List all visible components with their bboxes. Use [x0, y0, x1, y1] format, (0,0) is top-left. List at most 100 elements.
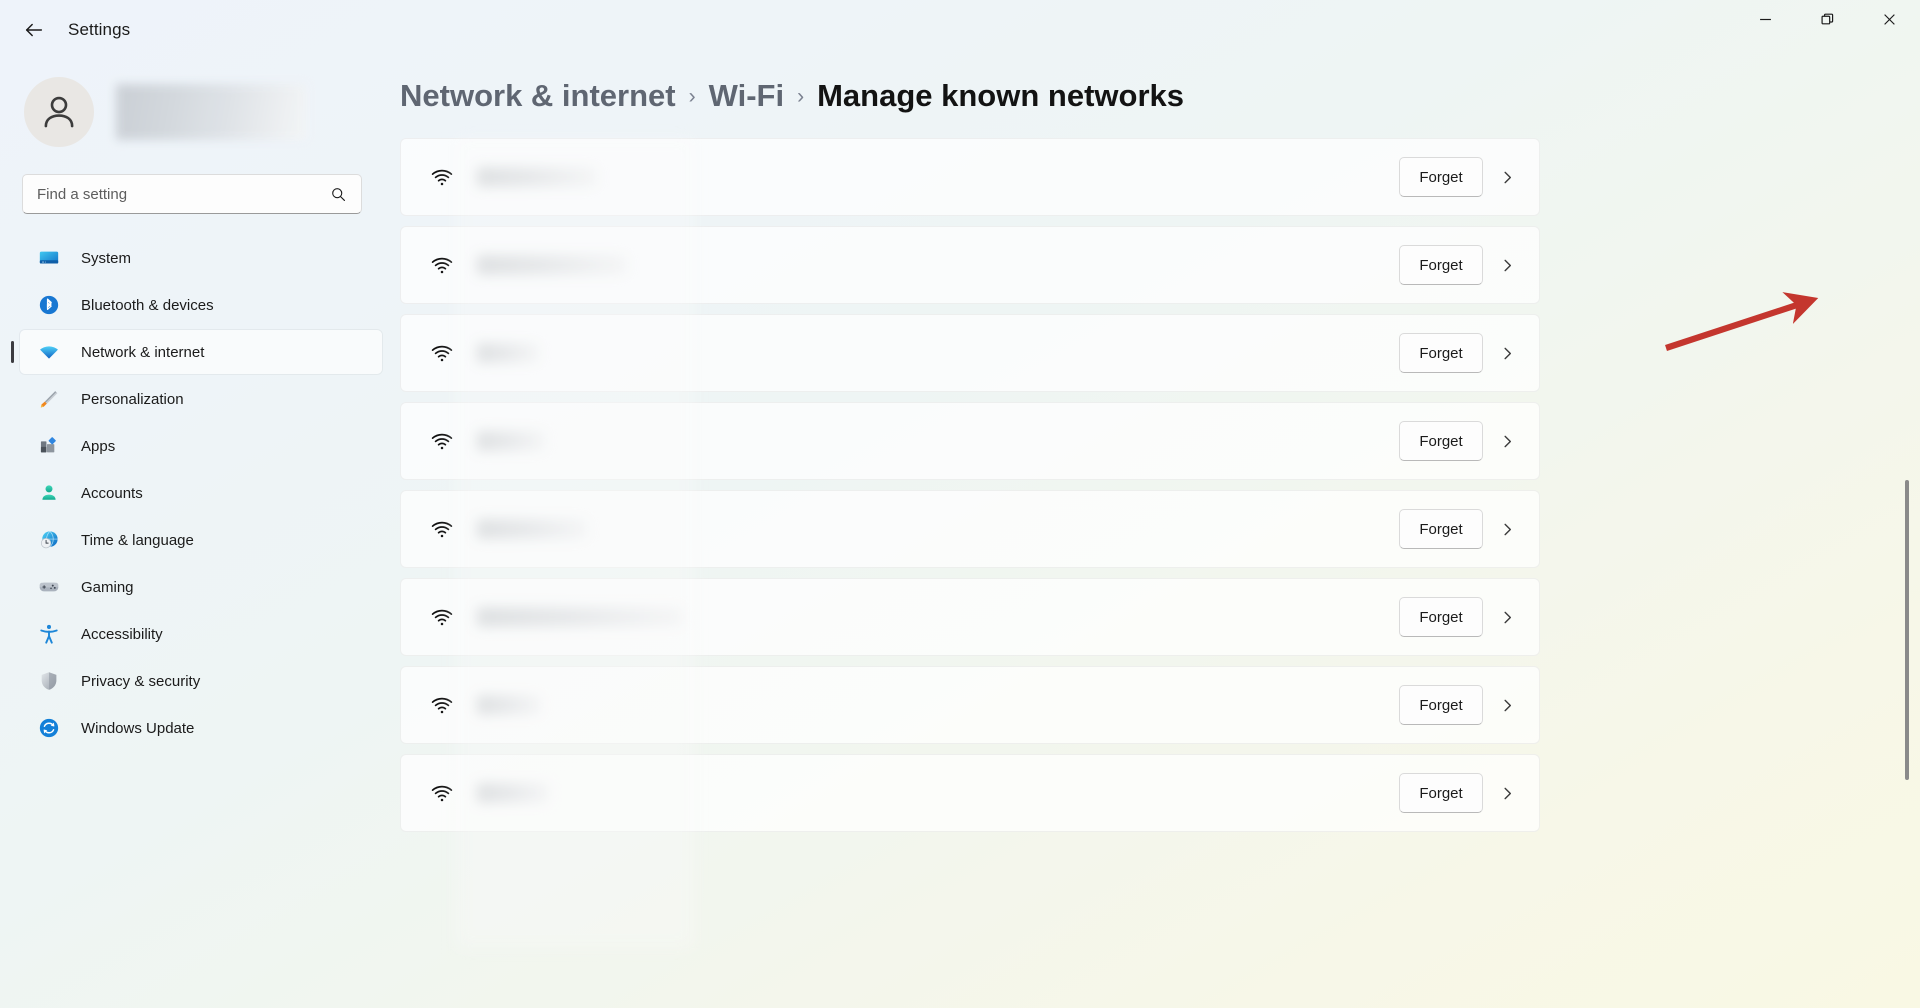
sidebar-item-privacy-security[interactable]: Privacy & security [20, 659, 382, 703]
network-name-redacted [477, 607, 682, 627]
account-icon [36, 481, 62, 505]
network-name-redacted [477, 255, 627, 275]
bluetooth-icon [36, 293, 62, 317]
back-button[interactable] [12, 8, 56, 52]
search-box[interactable] [22, 174, 362, 214]
forget-button[interactable]: Forget [1399, 157, 1483, 197]
network-row[interactable]: Forget [400, 402, 1540, 480]
forget-button[interactable]: Forget [1399, 245, 1483, 285]
sidebar-item-time-language[interactable]: Time & language [20, 518, 382, 562]
forget-button[interactable]: Forget [1399, 421, 1483, 461]
network-row[interactable]: Forget [400, 578, 1540, 656]
minimize-button[interactable] [1734, 0, 1796, 38]
user-profile[interactable] [24, 72, 400, 152]
network-row[interactable]: Forget [400, 754, 1540, 832]
network-row[interactable]: Forget [400, 314, 1540, 392]
forget-button[interactable]: Forget [1399, 597, 1483, 637]
network-name-redacted [477, 167, 597, 187]
person-avatar-icon [44, 96, 74, 128]
avatar [24, 77, 94, 147]
sidebar-item-label: Windows Update [81, 719, 195, 737]
wifi-icon [429, 252, 455, 278]
scrollbar-thumb[interactable] [1905, 480, 1909, 780]
breadcrumb-separator: › [797, 85, 805, 108]
breadcrumb-item-wifi[interactable]: Wi-Fi [709, 78, 784, 114]
restore-icon [1820, 13, 1833, 24]
wifi-icon [429, 164, 455, 190]
wifi-icon [429, 340, 455, 366]
wifi-icon [429, 692, 455, 718]
chevron-right-icon[interactable] [1497, 431, 1517, 451]
forget-button[interactable]: Forget [1399, 509, 1483, 549]
network-name-redacted [477, 783, 549, 803]
forget-button[interactable]: Forget [1399, 685, 1483, 725]
forget-button[interactable]: Forget [1399, 773, 1483, 813]
sidebar-item-label: Network & internet [81, 343, 205, 361]
chevron-right-icon[interactable] [1497, 343, 1517, 363]
update-icon [36, 716, 62, 740]
sidebar-item-network-internet[interactable]: Network & internet [11, 330, 382, 374]
apps-icon [36, 434, 62, 458]
sidebar-item-label: Accessibility [81, 625, 163, 643]
sidebar-item-label: Privacy & security [81, 672, 201, 690]
wifi-icon [429, 780, 455, 806]
shield-icon [36, 669, 62, 693]
breadcrumb-item-network-internet[interactable]: Network & internet [400, 78, 676, 114]
sidebar-item-label: Personalization [81, 390, 184, 408]
user-name-redacted [116, 84, 306, 140]
network-name-redacted [477, 343, 539, 363]
wifi-icon [429, 428, 455, 454]
sidebar-item-bluetooth-devices[interactable]: Bluetooth & devices [20, 283, 382, 327]
sidebar-item-system[interactable]: System [20, 236, 382, 280]
wifi-icon [36, 340, 62, 364]
search-input[interactable] [23, 185, 303, 203]
gamepad-icon [36, 575, 62, 599]
network-name-redacted [477, 519, 587, 539]
wifi-icon [429, 604, 455, 630]
chevron-right-icon[interactable] [1497, 607, 1517, 627]
sidebar-item-personalization[interactable]: Personalization [20, 377, 382, 421]
monitor-icon [36, 246, 62, 270]
main-content: Network & internet › Wi-Fi › Manage know… [400, 60, 1920, 1008]
chevron-right-icon[interactable] [1497, 167, 1517, 187]
breadcrumb: Network & internet › Wi-Fi › Manage know… [400, 60, 1920, 138]
network-row[interactable]: Forget [400, 226, 1540, 304]
sidebar-item-label: Accounts [81, 484, 143, 502]
sidebar-item-windows-update[interactable]: Windows Update [20, 706, 382, 750]
sidebar-item-label: Bluetooth & devices [81, 296, 214, 314]
accessibility-icon [36, 622, 62, 646]
sidebar-item-label: Apps [81, 437, 116, 455]
window-controls [1734, 0, 1920, 60]
network-row[interactable]: Forget [400, 490, 1540, 568]
network-row[interactable]: Forget [400, 138, 1540, 216]
chevron-right-icon[interactable] [1497, 255, 1517, 275]
page-title: Manage known networks [817, 78, 1184, 113]
app-title: Settings [68, 20, 131, 39]
brush-icon [36, 387, 62, 411]
annotation-arrow-icon [1665, 292, 1819, 351]
title-bar: Settings [0, 0, 1920, 60]
network-name-redacted [477, 431, 545, 451]
minimize-icon [1759, 18, 1771, 20]
chevron-right-icon[interactable] [1497, 519, 1517, 539]
sidebar-item-accessibility[interactable]: Accessibility [20, 612, 382, 656]
chevron-right-icon[interactable] [1497, 783, 1517, 803]
sidebar-item-gaming[interactable]: Gaming [20, 565, 382, 609]
search-icon [329, 185, 347, 203]
known-networks-list: Forget Forget Forget Forget Forget Forget Forg… [400, 138, 1540, 832]
sidebar-item-label: Time & language [81, 531, 194, 549]
network-row[interactable]: Forget [400, 666, 1540, 744]
restore-button[interactable] [1796, 0, 1858, 38]
chevron-right-icon[interactable] [1497, 695, 1517, 715]
sidebar-item-apps[interactable]: Apps [20, 424, 382, 468]
sidebar-nav: System Bluetooth & devices Network & int… [0, 236, 400, 750]
vertical-scrollbar[interactable] [1900, 60, 1914, 1008]
sidebar-item-label: Gaming [81, 578, 134, 596]
breadcrumb-separator: › [688, 85, 696, 108]
sidebar-item-accounts[interactable]: Accounts [20, 471, 382, 515]
sidebar: System Bluetooth & devices [0, 60, 400, 1008]
sidebar-item-label: System [81, 249, 132, 267]
forget-button[interactable]: Forget [1399, 333, 1483, 373]
wifi-icon [429, 516, 455, 542]
close-button[interactable] [1858, 0, 1920, 38]
